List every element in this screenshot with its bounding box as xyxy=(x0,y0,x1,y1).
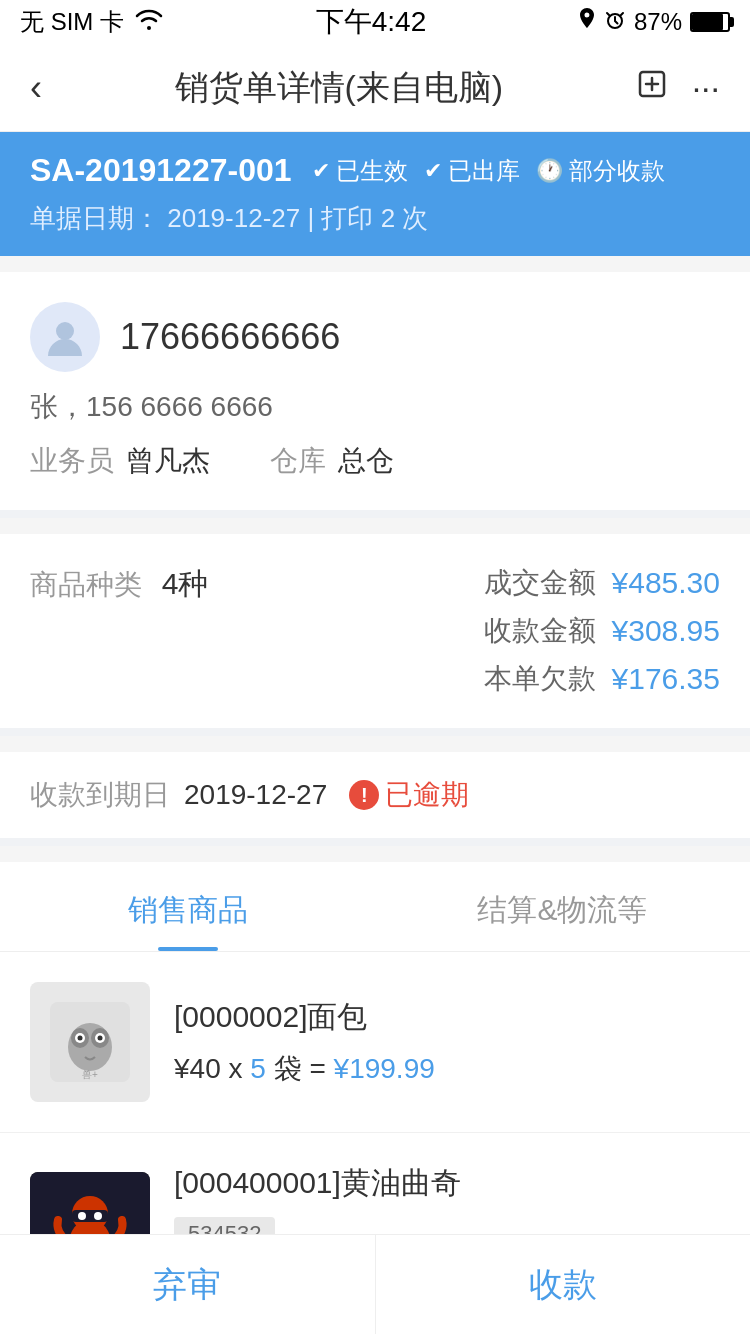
product-price-1: ¥40 x 5 袋 = ¥199.99 xyxy=(174,1050,720,1088)
warehouse-value: 总仓 xyxy=(338,442,394,480)
amount-value: ¥485.30 xyxy=(612,566,720,600)
customer-name: 张，156 6666 6666 xyxy=(30,388,720,426)
due-date: 2019-12-27 xyxy=(184,779,327,811)
order-date-label: 单据日期： xyxy=(30,203,160,233)
stats-debt-row: 本单欠款 ¥176.35 xyxy=(484,660,720,698)
stats-section: 商品种类 4种 成交金额 ¥485.30 收款金额 ¥308.95 本单欠款 ¥… xyxy=(0,534,750,728)
order-id: SA-20191227-001 xyxy=(30,152,292,189)
warehouse-item: 仓库 总仓 xyxy=(270,442,394,480)
alarm-icon xyxy=(604,8,626,36)
status-active: ✔ 已生效 xyxy=(312,155,408,187)
clock-icon: 🕐 xyxy=(536,158,563,184)
customer-phone: 17666666666 xyxy=(120,316,340,358)
overdue-text: 已逾期 xyxy=(385,776,469,814)
list-item: 兽+ [0000002]面包 ¥40 x 5 袋 = ¥199.99 xyxy=(0,952,750,1133)
status-time: 下午4:42 xyxy=(316,3,427,41)
status-left: 无 SIM 卡 xyxy=(20,6,164,38)
product-name-1: [0000002]面包 xyxy=(174,997,720,1038)
tab-products[interactable]: 销售商品 xyxy=(0,862,375,951)
tab-settlement-label: 结算&物流等 xyxy=(477,893,647,926)
divider-1 xyxy=(0,510,750,518)
received-label: 收款金额 xyxy=(484,612,596,650)
debt-value: ¥176.35 xyxy=(612,662,720,696)
product-unit-1: 袋 xyxy=(274,1053,302,1084)
amount-label: 成交金额 xyxy=(484,564,596,602)
product-eq-1: = xyxy=(309,1053,333,1084)
nav-bar: ‹ 销货单详情(来自电脑) ··· xyxy=(0,44,750,132)
battery-text: 87% xyxy=(634,8,682,36)
status-active-label: 已生效 xyxy=(336,155,408,187)
product-price-base-1: ¥40 xyxy=(174,1053,221,1084)
product-thumb-1: 兽+ xyxy=(30,982,150,1102)
svg-point-17 xyxy=(94,1212,102,1220)
check-icon-1: ✔ xyxy=(312,158,330,184)
wifi-icon xyxy=(134,8,164,36)
svg-rect-15 xyxy=(72,1210,108,1222)
svg-text:兽+: 兽+ xyxy=(82,1069,98,1080)
svg-point-9 xyxy=(78,1036,83,1041)
order-print-info: | 打印 2 次 xyxy=(307,203,428,233)
customer-meta: 业务员 曾凡杰 仓库 总仓 xyxy=(30,442,720,480)
svg-point-2 xyxy=(56,322,74,340)
overdue-icon: ! xyxy=(349,780,379,810)
status-partial-label: 部分收款 xyxy=(569,155,665,187)
sales-item: 业务员 曾凡杰 xyxy=(30,442,210,480)
page-title: 销货单详情(来自电脑) xyxy=(175,65,504,111)
tab-products-label: 销售商品 xyxy=(128,893,248,926)
more-icon[interactable]: ··· xyxy=(692,68,720,107)
order-date: 单据日期： 2019-12-27 | 打印 2 次 xyxy=(30,201,720,236)
avatar xyxy=(30,302,100,372)
share-icon[interactable] xyxy=(636,68,668,108)
stats-left: 商品种类 4种 xyxy=(30,564,208,605)
battery-icon xyxy=(690,12,730,32)
status-bar: 无 SIM 卡 下午4:42 87% xyxy=(0,0,750,44)
bottom-actions: 弃审 收款 xyxy=(0,1234,750,1334)
product-price-x-1: x xyxy=(229,1053,251,1084)
cancel-button[interactable]: 弃审 xyxy=(0,1235,376,1334)
nav-actions: ··· xyxy=(636,68,720,108)
product-type-value: 4种 xyxy=(162,567,209,600)
tab-settlement[interactable]: 结算&物流等 xyxy=(375,862,750,951)
status-shipped-label: 已出库 xyxy=(448,155,520,187)
order-banner-top: SA-20191227-001 ✔ 已生效 ✔ 已出库 🕐 部分收款 xyxy=(30,152,720,189)
tabs-bar: 销售商品 结算&物流等 xyxy=(0,862,750,952)
product-total-1: ¥199.99 xyxy=(334,1053,435,1084)
stats-right: 成交金额 ¥485.30 收款金额 ¥308.95 本单欠款 ¥176.35 xyxy=(484,564,720,698)
product-qty-1: 5 xyxy=(250,1053,266,1084)
received-value: ¥308.95 xyxy=(612,614,720,648)
svg-point-10 xyxy=(98,1036,103,1041)
stats-received-row: 收款金额 ¥308.95 xyxy=(484,612,720,650)
product-type-label: 商品种类 xyxy=(30,569,142,600)
customer-row: 17666666666 xyxy=(30,302,720,372)
product-name-2: [000400001]黄油曲奇 xyxy=(174,1163,720,1204)
back-button[interactable]: ‹ xyxy=(30,67,42,109)
divider-2 xyxy=(0,728,750,736)
debt-label: 本单欠款 xyxy=(484,660,596,698)
due-section: 收款到期日 2019-12-27 ! 已逾期 xyxy=(0,752,750,838)
carrier-text: 无 SIM 卡 xyxy=(20,6,124,38)
sales-label: 业务员 xyxy=(30,442,114,480)
location-icon xyxy=(578,8,596,36)
status-tags: ✔ 已生效 ✔ 已出库 🕐 部分收款 xyxy=(312,155,665,187)
status-right: 87% xyxy=(578,8,730,36)
order-banner: SA-20191227-001 ✔ 已生效 ✔ 已出库 🕐 部分收款 单据日期：… xyxy=(0,132,750,256)
check-icon-2: ✔ xyxy=(424,158,442,184)
status-shipped: ✔ 已出库 xyxy=(424,155,520,187)
product-info-1: [0000002]面包 ¥40 x 5 袋 = ¥199.99 xyxy=(174,997,720,1088)
divider-3 xyxy=(0,838,750,846)
due-label: 收款到期日 xyxy=(30,776,170,814)
warehouse-label: 仓库 xyxy=(270,442,326,480)
order-date-value: 2019-12-27 xyxy=(167,203,300,233)
customer-section: 17666666666 张，156 6666 6666 业务员 曾凡杰 仓库 总… xyxy=(0,272,750,510)
svg-point-16 xyxy=(78,1212,86,1220)
confirm-button[interactable]: 收款 xyxy=(376,1235,751,1334)
status-partial: 🕐 部分收款 xyxy=(536,155,665,187)
overdue-badge: ! 已逾期 xyxy=(349,776,469,814)
stats-amount-row: 成交金额 ¥485.30 xyxy=(484,564,720,602)
sales-value: 曾凡杰 xyxy=(126,442,210,480)
